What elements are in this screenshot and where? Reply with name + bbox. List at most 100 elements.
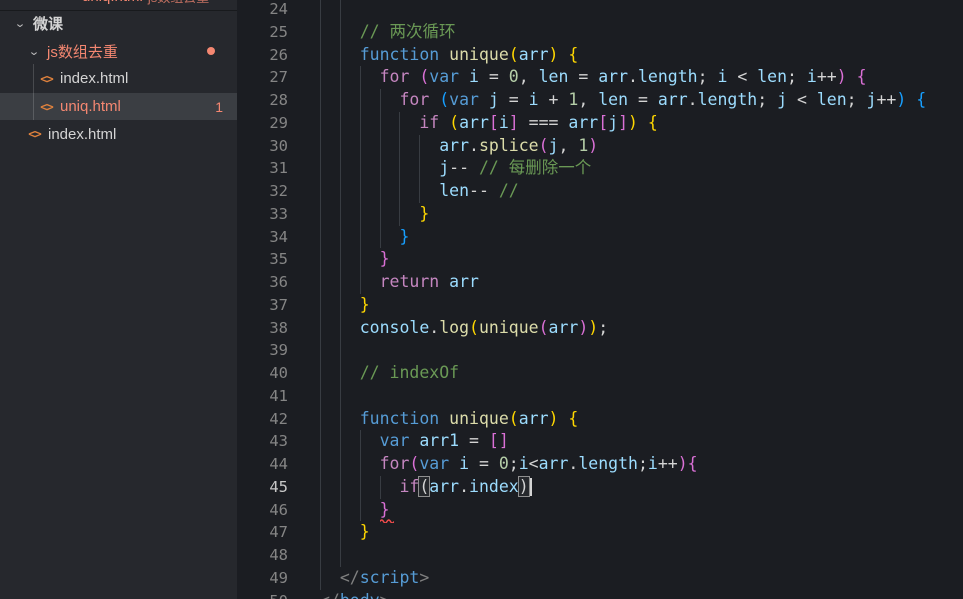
code-token: ; xyxy=(757,90,778,109)
code-line[interactable]: 33 } xyxy=(237,202,963,226)
code-line[interactable]: 42 function unique(arr) { xyxy=(237,407,963,431)
code-line[interactable]: 25 // 两次循环 xyxy=(237,20,963,44)
tree-file-index.html[interactable]: <> index.html xyxy=(0,120,237,148)
code-line[interactable]: 26 function unique(arr) { xyxy=(237,43,963,67)
line-number[interactable]: 38 xyxy=(237,317,288,340)
line-number[interactable]: 34 xyxy=(237,226,288,249)
line-content: for (var j = i + 1, len = arr.length; j … xyxy=(320,89,963,112)
code-line[interactable]: 29 if (arr[i] === arr[j]) { xyxy=(237,111,963,135)
code-line[interactable]: 36 return arr xyxy=(237,271,963,294)
line-number[interactable]: 24 xyxy=(237,0,288,21)
code-line[interactable]: 44 for(var i = 0;i<arr.length;i++){ xyxy=(237,453,963,476)
line-number[interactable]: 31 xyxy=(237,157,288,180)
code-line[interactable]: 48 xyxy=(237,544,963,567)
code-line[interactable]: 35 } xyxy=(237,248,963,271)
line-number[interactable]: 50 xyxy=(237,590,288,599)
tree-item-label: 微课 xyxy=(33,16,64,34)
indent-guide xyxy=(320,498,321,522)
indent-guide xyxy=(379,180,381,203)
code-line[interactable]: 37 } xyxy=(237,293,963,317)
line-number[interactable]: 49 xyxy=(237,567,288,590)
indent-guide xyxy=(399,157,401,180)
code-line[interactable]: 31 j-- // 每删除一个 xyxy=(237,157,963,180)
line-number[interactable]: 41 xyxy=(237,385,288,408)
code-token: if xyxy=(399,476,420,496)
code-editor[interactable]: 24 25 // 两次循环 26 function unique(arr) {27 … xyxy=(237,0,963,599)
indent-guide xyxy=(339,248,341,271)
line-number[interactable]: 25 xyxy=(237,21,288,44)
indent-guide xyxy=(339,407,341,431)
code-line[interactable]: 49 </script> xyxy=(237,566,963,590)
tree-file-uniq.html[interactable]: <> uniq.html 1 xyxy=(0,92,237,121)
line-number[interactable]: 27 xyxy=(237,66,288,89)
code-line[interactable]: 39 xyxy=(237,339,963,362)
line-number[interactable]: 43 xyxy=(237,430,288,453)
line-content: } xyxy=(320,293,963,317)
code-line[interactable]: 32 len-- // xyxy=(237,180,963,203)
line-number[interactable]: 46 xyxy=(237,499,288,522)
tree-folder-微课[interactable]: ⌄ 微课 xyxy=(0,10,237,38)
line-number[interactable]: 30 xyxy=(237,135,288,158)
code-line[interactable]: 34 } xyxy=(237,225,963,249)
code-token: arr xyxy=(538,454,569,473)
line-number[interactable]: 28 xyxy=(237,89,288,112)
html-file-icon: <> xyxy=(40,99,53,114)
line-number[interactable]: 33 xyxy=(237,203,288,226)
code-line[interactable]: 50 </body> xyxy=(237,590,963,599)
indent-guide xyxy=(339,271,341,294)
line-number[interactable]: 32 xyxy=(237,180,288,203)
chevron-down-icon[interactable]: ⌄ xyxy=(24,45,45,58)
code-token: . xyxy=(429,317,440,337)
indent-guide xyxy=(320,225,321,249)
line-number[interactable]: 29 xyxy=(237,112,288,135)
code-area: 24 25 // 两次循环 26 function unique(arr) {27 … xyxy=(237,0,963,599)
indent-guide xyxy=(339,111,341,135)
line-number[interactable]: 40 xyxy=(237,362,288,385)
line-number[interactable]: 26 xyxy=(237,44,288,67)
line-number[interactable]: 45 xyxy=(237,476,288,499)
line-number[interactable]: 37 xyxy=(237,294,288,317)
line-content: for(var i = 0;i<arr.length;i++){ xyxy=(320,453,963,476)
line-number[interactable]: 35 xyxy=(237,248,288,271)
indent-guide xyxy=(359,271,361,294)
tree-folder-js数组去重[interactable]: ⌄ js数组去重 xyxy=(0,38,237,66)
code-line[interactable]: 28 for (var j = i + 1, len = arr.length;… xyxy=(237,89,963,112)
code-token: ( xyxy=(538,135,549,155)
line-number[interactable]: 39 xyxy=(237,339,288,362)
code-token: // 两次循环 xyxy=(359,21,456,41)
error-count-badge: 1 xyxy=(215,98,223,115)
tree-file-index.html[interactable]: <> index.html xyxy=(0,65,237,93)
code-line[interactable]: 47 } xyxy=(237,521,963,544)
line-number[interactable]: 36 xyxy=(237,271,288,294)
line-content: function unique(arr) { xyxy=(320,407,963,431)
line-content xyxy=(320,544,963,567)
code-token: ( xyxy=(409,454,420,473)
code-token: </ xyxy=(339,567,360,587)
code-line[interactable]: 40 // indexOf xyxy=(237,362,963,385)
code-token: . xyxy=(628,67,638,87)
code-token: , xyxy=(558,135,579,155)
line-number[interactable]: 48 xyxy=(237,544,288,567)
chevron-down-icon[interactable]: ⌄ xyxy=(10,17,31,30)
code-line[interactable]: 43 var arr1 = [] xyxy=(237,430,963,453)
line-number[interactable]: 42 xyxy=(237,408,288,431)
line-number[interactable]: 44 xyxy=(237,453,288,476)
code-token: . xyxy=(687,90,698,109)
code-line[interactable]: 30 arr.splice(j, 1) xyxy=(237,134,963,158)
line-content: } xyxy=(320,225,963,249)
code-token: return xyxy=(379,272,440,291)
code-token: ( xyxy=(508,44,519,64)
line-number[interactable]: 47 xyxy=(237,521,288,544)
indent-guide xyxy=(339,66,341,89)
code-line[interactable]: 38 console.log(unique(arr)); xyxy=(237,316,963,340)
code-line[interactable]: 41 xyxy=(237,384,963,408)
code-token: unique xyxy=(478,317,539,337)
indent-guide xyxy=(320,89,321,112)
code-line[interactable]: 24 xyxy=(237,0,963,21)
code-line[interactable]: 46 } xyxy=(237,498,963,523)
code-token: arr xyxy=(429,476,460,496)
code-line[interactable]: 45 if(arr.index) xyxy=(237,475,963,499)
code-token: i xyxy=(459,454,470,473)
code-token: arr xyxy=(568,112,599,132)
code-line[interactable]: 27 for (var i = 0, len = arr.length; i <… xyxy=(237,66,963,89)
